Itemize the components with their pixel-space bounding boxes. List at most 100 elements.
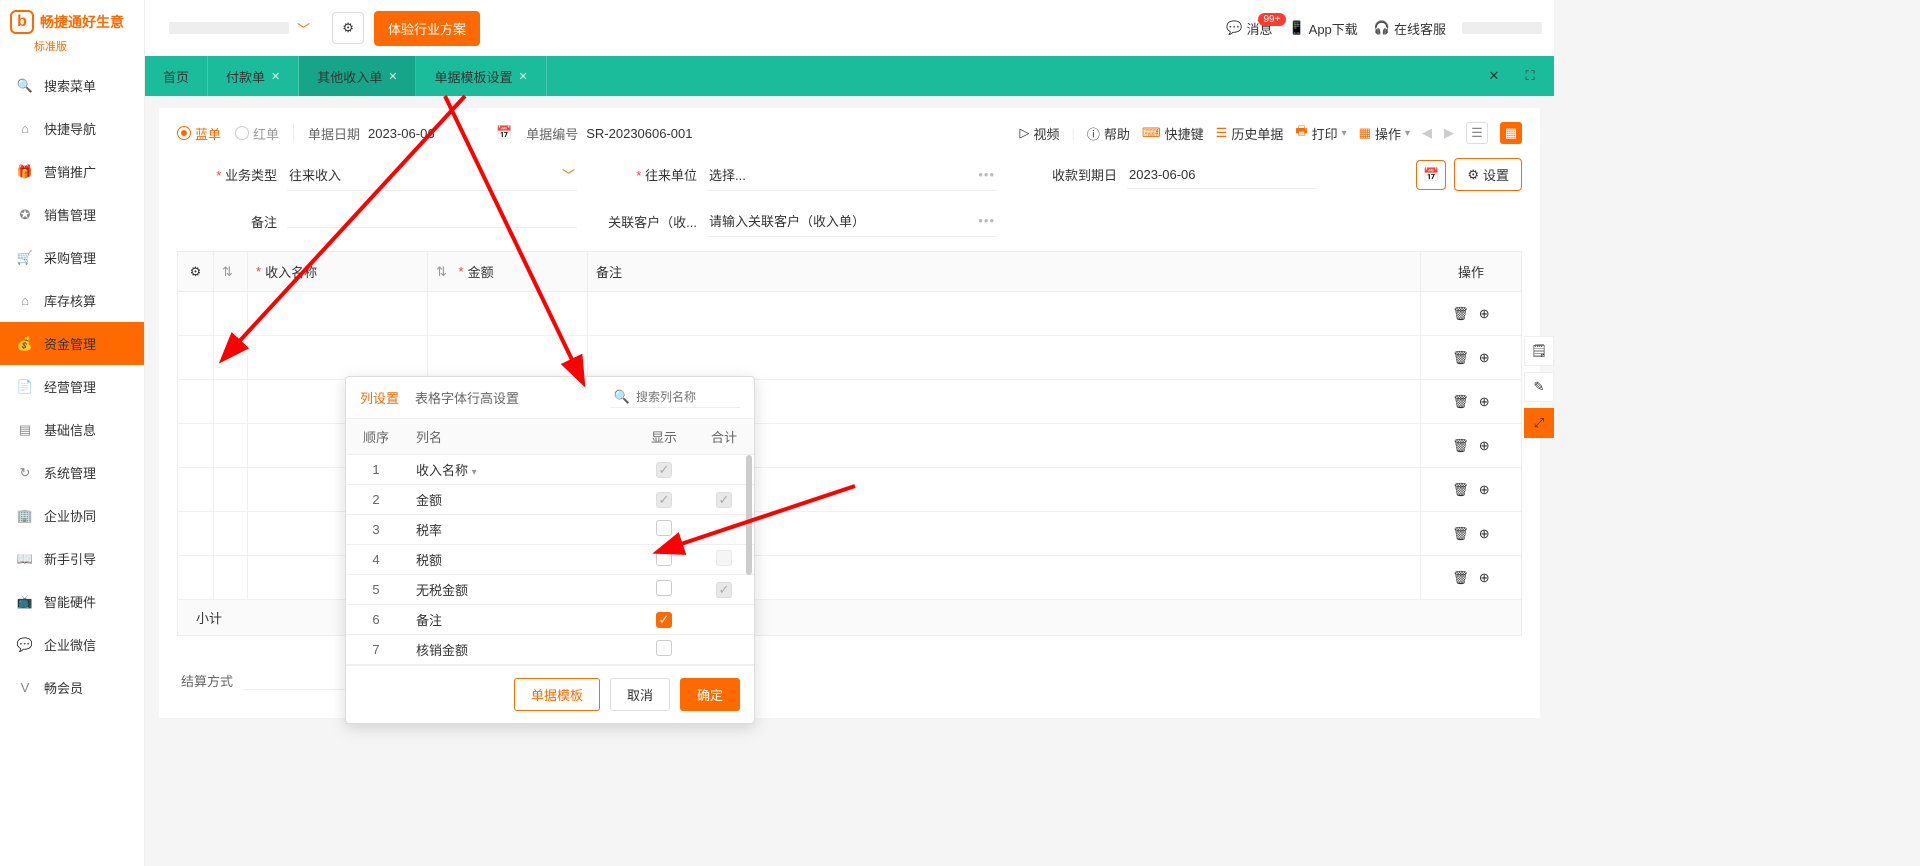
checkbox[interactable] xyxy=(656,550,672,566)
float-note-button[interactable]: 🗒 xyxy=(1524,336,1554,366)
grid-settings-button[interactable]: ⚙ xyxy=(178,252,214,291)
popup-cancel-button[interactable]: 取消 xyxy=(610,678,670,711)
checkbox[interactable]: ✓ xyxy=(656,492,672,508)
col-note[interactable]: 备注 xyxy=(588,252,1421,291)
tab-home[interactable]: 首页 xyxy=(145,56,208,96)
sidebar-item-tv[interactable]: 📺智能硬件 xyxy=(0,580,144,623)
copy-icon[interactable]: ⊕ xyxy=(1479,482,1490,498)
logo-icon: b xyxy=(10,10,34,34)
popup-search[interactable]: 🔍 xyxy=(610,387,740,408)
sidebar-item-book[interactable]: 📖新手引导 xyxy=(0,537,144,580)
col-amt[interactable]: ⇅ *金额 xyxy=(428,252,588,291)
checkbox[interactable]: ✓ xyxy=(716,492,732,508)
cart-icon: 🛒 xyxy=(16,249,34,267)
sidebar-item-home[interactable]: ⌂库存核算 xyxy=(0,279,144,322)
date-value[interactable]: 2023-06-06 xyxy=(368,126,488,141)
sidebar-item-doc[interactable]: 📄经营管理 xyxy=(0,365,144,408)
remark-input[interactable] xyxy=(287,215,577,228)
copy-icon[interactable]: ⊕ xyxy=(1479,570,1490,586)
copy-icon[interactable]: ⊕ xyxy=(1479,394,1490,410)
sidebar-item-org[interactable]: 🏢企业协同 xyxy=(0,494,144,537)
copy-icon[interactable]: ⊕ xyxy=(1479,438,1490,454)
partner-select[interactable]: 选择... ••• xyxy=(707,159,997,191)
close-icon[interactable]: ✕ xyxy=(271,70,280,83)
sidebar-item-stack[interactable]: ▤基础信息 xyxy=(0,408,144,451)
popup-ok-button[interactable]: 确定 xyxy=(680,678,740,711)
delete-icon[interactable]: 🗑 xyxy=(1452,394,1469,410)
checkbox[interactable] xyxy=(656,520,672,536)
tabs-close-button[interactable]: ✕ xyxy=(1480,62,1508,90)
checkbox[interactable] xyxy=(656,580,672,596)
brand-name: 畅捷通好生意 xyxy=(40,12,124,32)
checkbox[interactable]: ✓ xyxy=(716,582,732,598)
float-edit-button[interactable]: ✎ xyxy=(1524,372,1554,402)
chevron-down-icon[interactable]: ▾ xyxy=(472,467,477,478)
delete-icon[interactable]: 🗑 xyxy=(1452,438,1469,454)
sidebar-item-compass[interactable]: ⌂快捷导航 xyxy=(0,107,144,150)
tab[interactable]: 单据模板设置✕ xyxy=(416,56,546,96)
messages-button[interactable]: 💬 消息 99+ xyxy=(1226,19,1272,38)
help-button[interactable]: ⓘ帮助 xyxy=(1087,124,1130,143)
sidebar-item-search[interactable]: 🔍搜索菜单 xyxy=(0,64,144,107)
view-card-button[interactable]: ▦ xyxy=(1500,122,1522,144)
print-button[interactable]: 🖶打印▾ xyxy=(1295,122,1346,144)
sidebar-item-label: 新手引导 xyxy=(44,549,96,568)
calendar-icon[interactable]: 📅 xyxy=(496,125,512,141)
delete-icon[interactable]: 🗑 xyxy=(1452,526,1469,542)
trial-button[interactable]: 体验行业方案 xyxy=(374,11,480,46)
stack-icon: ▤ xyxy=(16,421,34,439)
sidebar-item-money[interactable]: 💰资金管理 xyxy=(0,322,144,365)
user-area[interactable] xyxy=(1462,22,1542,34)
support-button[interactable]: 🎧 在线客服 xyxy=(1374,19,1446,38)
delete-icon[interactable]: 🗑 xyxy=(1452,350,1469,366)
delete-icon[interactable]: 🗑 xyxy=(1452,306,1469,322)
delete-icon[interactable]: 🗑 xyxy=(1452,570,1469,586)
ops-button[interactable]: ▦操作▾ xyxy=(1359,124,1410,143)
biz-type-select[interactable]: 往来收入 ﹀ xyxy=(287,159,577,191)
popup-tab-font[interactable]: 表格字体行高设置 xyxy=(415,388,519,407)
history-button[interactable]: ☰历史单据 xyxy=(1216,124,1284,143)
video-button[interactable]: ▷视频 xyxy=(1019,124,1059,143)
gear-button[interactable]: ⚙ xyxy=(332,12,364,44)
settings-button[interactable]: ⚙设置 xyxy=(1454,158,1522,191)
close-icon[interactable]: ✕ xyxy=(519,70,528,83)
shortcut-button[interactable]: ⌨快捷键 xyxy=(1142,124,1204,143)
popup-template-button[interactable]: 单据模板 xyxy=(514,678,600,711)
sidebar-item-cycle[interactable]: ↻系统管理 xyxy=(0,451,144,494)
checkbox[interactable]: ✓ xyxy=(656,612,672,628)
float-expand-button[interactable]: ⤢ xyxy=(1524,408,1554,438)
customer-select[interactable]: 请输入关联客户（收入单） ••• xyxy=(707,205,997,237)
copy-icon[interactable]: ⊕ xyxy=(1479,306,1490,322)
col-name[interactable]: *收入名称 xyxy=(248,252,428,291)
delete-icon[interactable]: 🗑 xyxy=(1452,482,1469,498)
tab[interactable]: 其他收入单✕ xyxy=(299,56,416,96)
copy-icon[interactable]: ⊕ xyxy=(1479,350,1490,366)
sidebar-item-cart[interactable]: 🛒采购管理 xyxy=(0,236,144,279)
next-button[interactable]: ▶ xyxy=(1444,125,1454,141)
red-radio[interactable]: 红单 xyxy=(235,124,279,143)
popup-col-name: 列名 xyxy=(406,419,634,454)
sidebar-item-vip[interactable]: V畅会员 xyxy=(0,666,144,709)
tab[interactable]: 付款单 ✕ xyxy=(208,56,299,96)
popup-search-input[interactable] xyxy=(636,390,736,404)
checkbox[interactable]: ✓ xyxy=(656,462,672,478)
sidebar-item-badge[interactable]: ✪销售管理 xyxy=(0,193,144,236)
app-download-button[interactable]: 📱 App下载 xyxy=(1288,19,1357,38)
tabs-expand-button[interactable]: ⛶ xyxy=(1516,62,1544,90)
org-dropdown[interactable]: ﹀ xyxy=(157,13,322,44)
close-icon[interactable]: ✕ xyxy=(388,70,397,83)
print-icon: 🖶 xyxy=(1295,122,1307,144)
sidebar-item-wechat[interactable]: 💬企业微信 xyxy=(0,623,144,666)
gift-icon: 🎁 xyxy=(16,163,34,181)
copy-icon[interactable]: ⊕ xyxy=(1479,526,1490,542)
calendar-button[interactable]: 📅 xyxy=(1416,160,1446,190)
blue-radio[interactable]: 蓝单 xyxy=(177,124,221,143)
checkbox[interactable] xyxy=(656,640,672,656)
view-list-button[interactable]: ☰ xyxy=(1466,122,1488,144)
sidebar-item-gift[interactable]: 🎁营销推广 xyxy=(0,150,144,193)
prev-button[interactable]: ◀ xyxy=(1422,125,1432,141)
tab-label: 付款单 xyxy=(226,67,265,86)
due-date-input[interactable]: 2023-06-06 xyxy=(1127,161,1317,189)
scrollbar-thumb[interactable] xyxy=(746,455,752,575)
popup-tab-columns[interactable]: 列设置 xyxy=(360,388,399,407)
